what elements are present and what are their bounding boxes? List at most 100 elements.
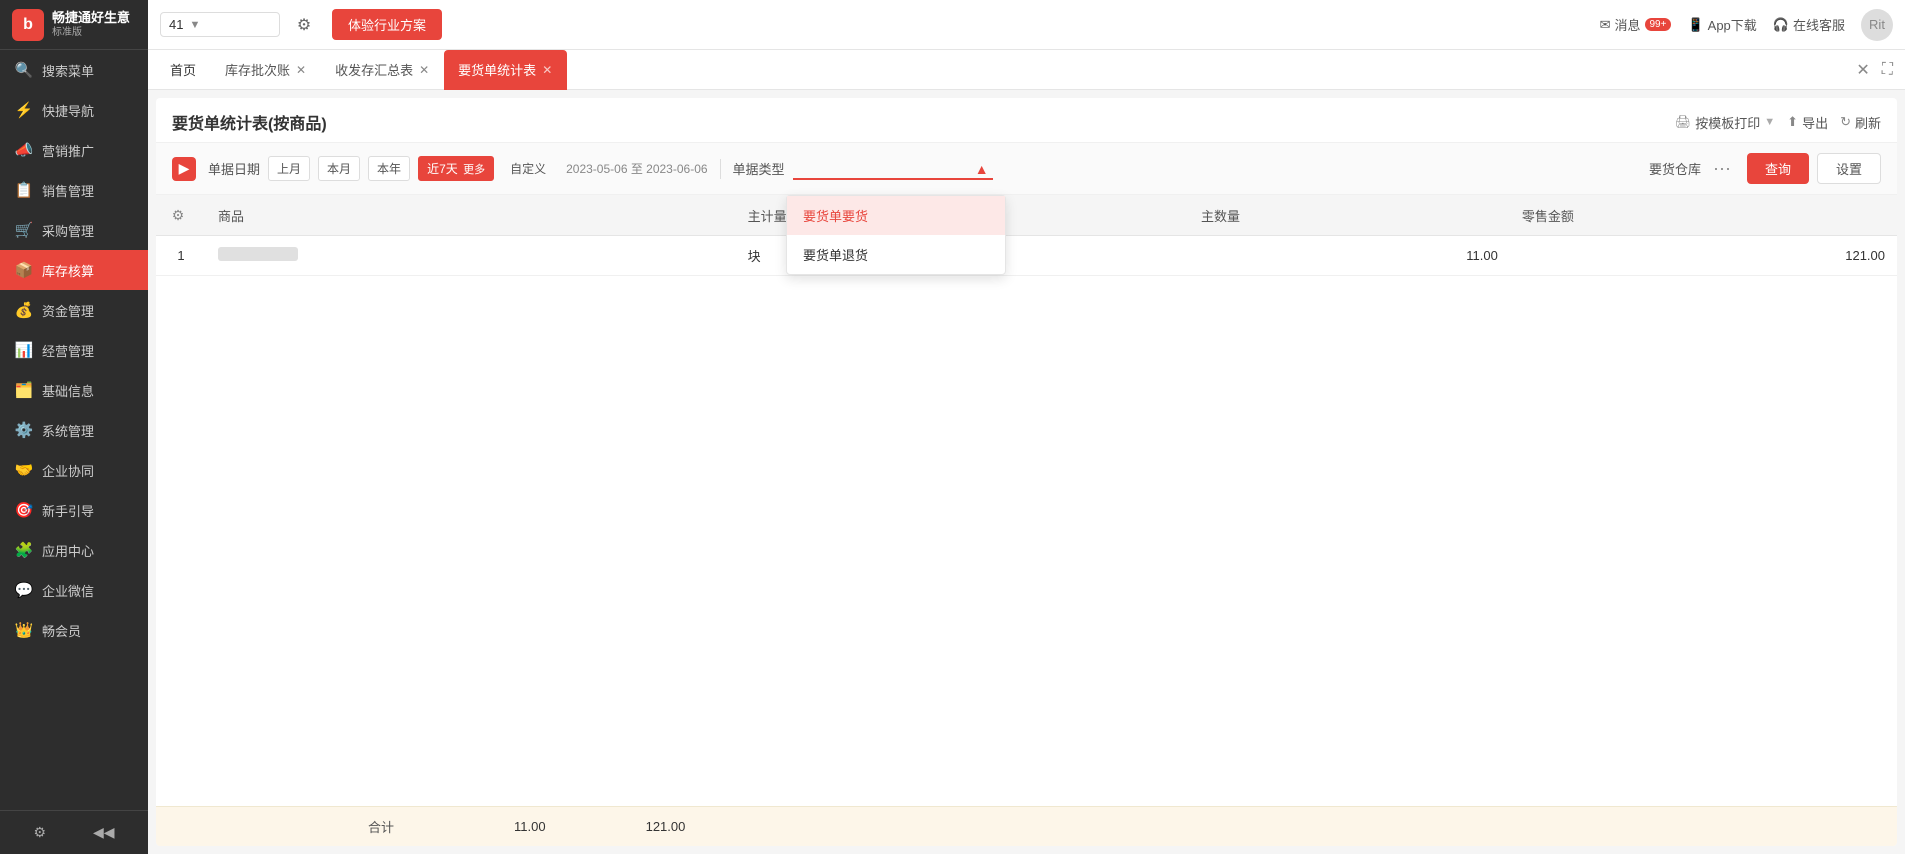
sidebar-item-shortcut[interactable]: ⚡ 快捷导航 [0, 90, 148, 130]
date-btn-last-month[interactable]: 上月 [268, 156, 310, 181]
tab-receivable-summary[interactable]: 收发存汇总表 ✕ [321, 50, 444, 90]
filter-type-input[interactable] [793, 157, 993, 180]
shortcut-icon: ⚡ [14, 100, 34, 120]
purchase-icon: 🛒 [14, 220, 34, 240]
sidebar-bottom: ⚙ ◀◀ [0, 810, 148, 854]
date-range-text: 2023-05-06 至 2023-06-06 [566, 160, 707, 177]
print-chevron-icon: ▼ [1764, 116, 1775, 128]
col-header-qty: 主数量 [1189, 195, 1510, 236]
data-table: ⚙ 商品 主计量单位 主数量 零售金额 1 块 [156, 195, 1897, 276]
filter-type-input-wrap: ▲ [793, 157, 993, 180]
sidebar-item-purchase[interactable]: 🛒 采购管理 [0, 210, 148, 250]
guide-icon: 🎯 [14, 500, 34, 520]
table-body: 1 块 11.00 121.00 [156, 236, 1897, 276]
tab-inventory-batch-close[interactable]: ✕ [296, 63, 306, 77]
export-button[interactable]: ⬆ 导出 [1787, 113, 1828, 132]
settings-button[interactable]: 设置 [1817, 153, 1881, 184]
marketing-icon: 📣 [14, 140, 34, 160]
type-dropdown-menu: 要货单要货 要货单退货 [786, 195, 1006, 275]
date-btn-this-year[interactable]: 本年 [368, 156, 410, 181]
tab-home[interactable]: 首页 [156, 50, 211, 90]
col-header-product: 商品 [206, 195, 736, 236]
operations-icon: 📊 [14, 340, 34, 360]
online-service-button[interactable]: 🎧 在线客服 [1773, 15, 1845, 34]
sidebar-collapse-button[interactable]: ◀◀ [93, 824, 115, 841]
sidebar-item-basics[interactable]: 🗂️ 基础信息 [0, 370, 148, 410]
date-btn-this-month[interactable]: 本月 [318, 156, 360, 181]
sidebar-item-sales[interactable]: 📋 销售管理 [0, 170, 148, 210]
tabs-close-all-button[interactable]: ✕ [1852, 56, 1873, 84]
dropdown-option-order-return[interactable]: 要货单退货 [787, 235, 1005, 274]
page-actions: 🖨 按模板打印 ▼ ⬆ 导出 ↻ 刷新 [1675, 113, 1881, 132]
sidebar-item-guide[interactable]: 🎯 新手引导 [0, 490, 148, 530]
tabs-expand-button[interactable]: ⛶ [1878, 57, 1897, 83]
warehouse-dots-icon[interactable]: ··· [1713, 158, 1731, 179]
search-icon: 🔍 [14, 60, 34, 80]
product-placeholder [218, 247, 298, 261]
header-left: 41 ▼ ⚙ 体验行业方案 [160, 9, 1600, 41]
finance-icon: 💰 [14, 300, 34, 320]
filter-type-chevron-icon[interactable]: ▲ [975, 161, 989, 177]
enterprise-icon: 🤝 [14, 460, 34, 480]
table-wrap: ⚙ 商品 主计量单位 主数量 零售金额 1 块 [156, 195, 1897, 806]
trial-button[interactable]: 体验行业方案 [332, 9, 442, 40]
table-row: 1 块 11.00 121.00 [156, 236, 1897, 276]
row-index: 1 [156, 236, 206, 276]
export-icon: ⬆ [1787, 114, 1798, 130]
filter-expand-button[interactable]: ▶ [172, 157, 196, 181]
avatar[interactable]: Rit [1861, 9, 1893, 41]
sidebar-item-finance[interactable]: 💰 资金管理 [0, 290, 148, 330]
tabs-bar: 首页 库存批次账 ✕ 收发存汇总表 ✕ 要货单统计表 ✕ ✕ ⛶ [148, 50, 1905, 90]
system-icon: ⚙️ [14, 420, 34, 440]
more-label: 更多 [463, 164, 485, 176]
page-content: 要货单统计表(按商品) 🖨 按模板打印 ▼ ⬆ 导出 ↻ 刷新 ▶ [156, 98, 1897, 846]
sidebar-item-system[interactable]: ⚙️ 系统管理 [0, 410, 148, 450]
date-btn-custom[interactable]: 自定义 [502, 157, 554, 180]
filter-type-group: 单据类型 ▲ [733, 157, 993, 180]
row-qty: 11.00 [1189, 236, 1510, 276]
sidebar-item-apps[interactable]: 🧩 应用中心 [0, 530, 148, 570]
message-icon: ✉ [1600, 17, 1611, 33]
col-header-amount: 零售金额 [1510, 195, 1897, 236]
filter-warehouse-group: 要货仓库 ··· [1649, 158, 1731, 179]
filter-row: ▶ 单据日期 上月 本月 本年 近7天 更多 自定义 2023-05-06 至 … [156, 143, 1897, 195]
row-product [206, 236, 736, 276]
sidebar-logo: b 畅捷通好生意 标准版 [0, 0, 148, 50]
sales-icon: 📋 [14, 180, 34, 200]
sidebar-item-marketing[interactable]: 📣 营销推广 [0, 130, 148, 170]
filter-buttons: 查询 设置 [1747, 153, 1881, 184]
footer-qty: 11.00 [394, 819, 546, 834]
refresh-button[interactable]: ↻ 刷新 [1840, 113, 1881, 132]
refresh-icon: ↻ [1840, 114, 1851, 130]
footer-label: 合计 [168, 817, 394, 836]
org-chevron-icon: ▼ [189, 19, 200, 31]
sidebar-item-enterprise[interactable]: 🤝 企业协同 [0, 450, 148, 490]
header-right: ✉ 消息 99+ 📱 App下载 🎧 在线客服 Rit [1600, 9, 1893, 41]
main-area: 41 ▼ ⚙ 体验行业方案 ✉ 消息 99+ 📱 App下载 🎧 在线客服 Ri… [148, 0, 1905, 854]
sidebar-item-inventory[interactable]: 📦 库存核算 [0, 250, 148, 290]
tab-receivable-summary-close[interactable]: ✕ [419, 63, 429, 77]
tab-inventory-batch[interactable]: 库存批次账 ✕ [211, 50, 321, 90]
apps-icon: 🧩 [14, 540, 34, 560]
print-button[interactable]: 🖨 按模板打印 ▼ [1675, 113, 1775, 132]
query-button[interactable]: 查询 [1747, 153, 1809, 184]
header-gear-button[interactable]: ⚙ [288, 9, 320, 41]
table-column-settings-icon[interactable]: ⚙ [168, 205, 188, 225]
app-logo-icon: b [12, 9, 44, 41]
date-btn-last7[interactable]: 近7天 更多 [418, 156, 494, 181]
dropdown-option-order-goods[interactable]: 要货单要货 [787, 196, 1005, 235]
sidebar-item-operations[interactable]: 📊 经营管理 [0, 330, 148, 370]
sidebar-item-search[interactable]: 🔍 搜索菜单 [0, 50, 148, 90]
sidebar-item-member[interactable]: 👑 畅会员 [0, 610, 148, 650]
sidebar-item-weixin[interactable]: 💬 企业微信 [0, 570, 148, 610]
org-selector[interactable]: 41 ▼ [160, 12, 280, 37]
page-title: 要货单统计表(按商品) [172, 110, 327, 134]
app-logo-text: 畅捷通好生意 标准版 [52, 10, 130, 40]
tabs-bar-right: ✕ ⛶ [1852, 56, 1897, 84]
tab-order-stats-close[interactable]: ✕ [542, 63, 552, 77]
inventory-icon: 📦 [14, 260, 34, 280]
message-button[interactable]: ✉ 消息 99+ [1600, 15, 1672, 34]
app-download-button[interactable]: 📱 App下载 [1687, 15, 1756, 34]
tab-order-stats[interactable]: 要货单统计表 ✕ [444, 50, 567, 90]
sidebar-settings-button[interactable]: ⚙ [33, 824, 46, 841]
